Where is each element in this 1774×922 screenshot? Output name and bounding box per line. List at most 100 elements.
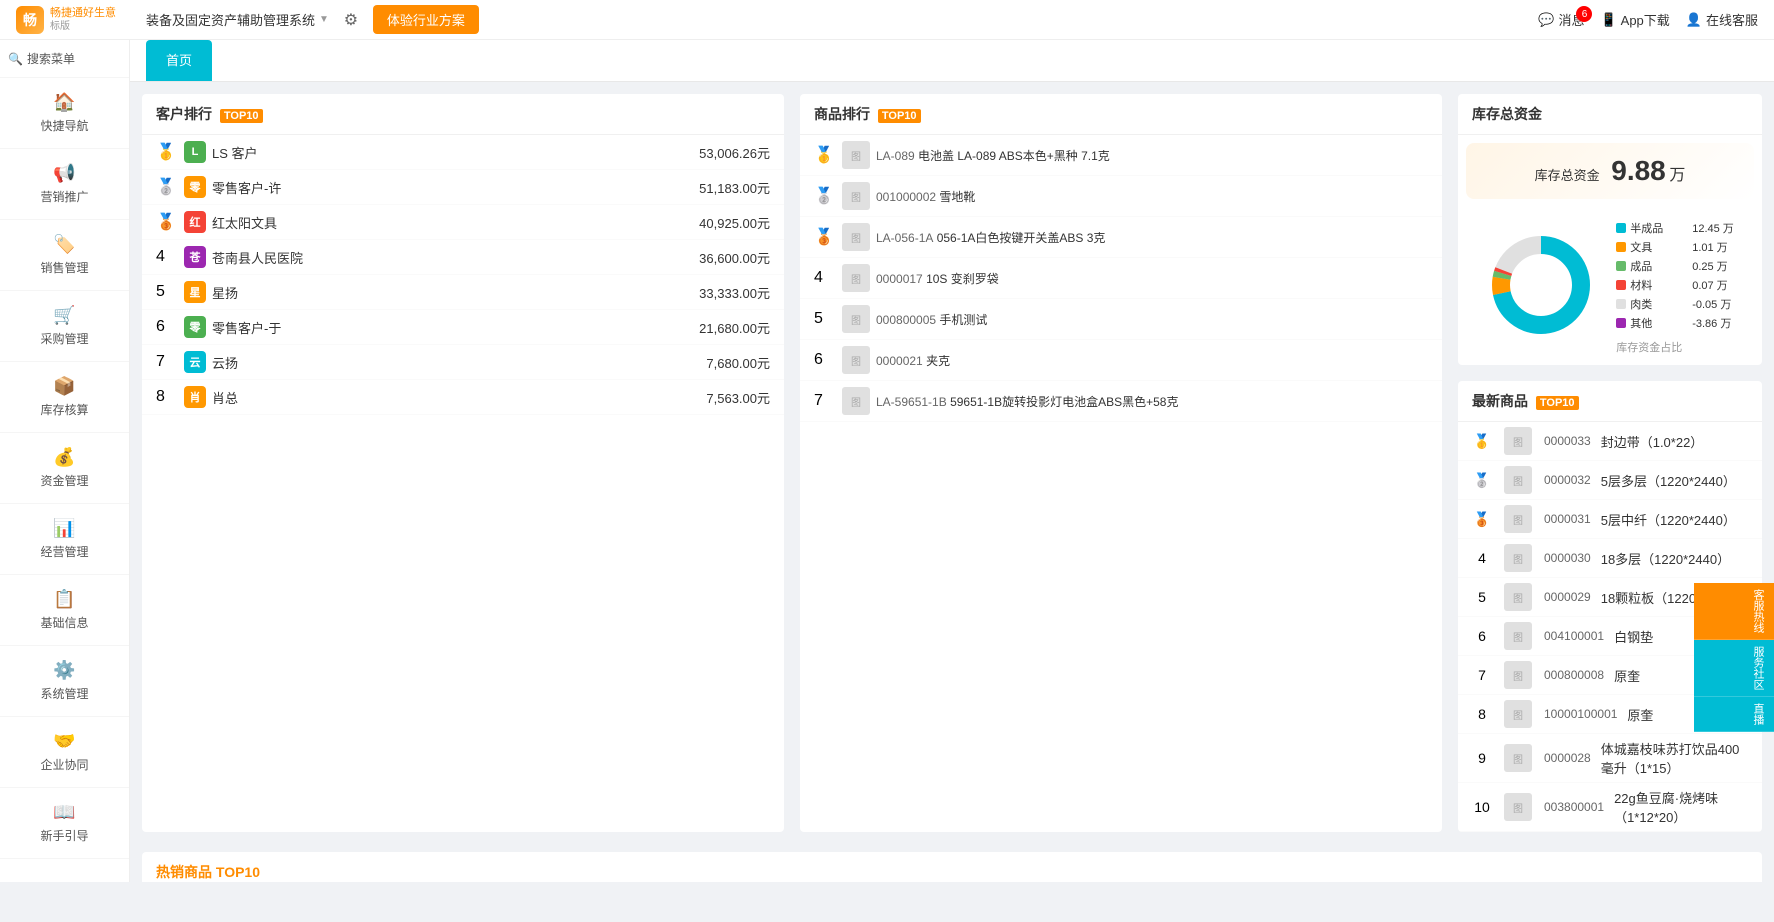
search-menu[interactable]: 🔍 搜索菜单 bbox=[0, 40, 129, 78]
rank-icon: 5 bbox=[814, 310, 836, 328]
rank-name: 零售客户-于 bbox=[212, 318, 699, 337]
legend-label: 其他 bbox=[1630, 315, 1680, 331]
rank-icon: 8 bbox=[1472, 706, 1492, 722]
new-product-row: 🥉 图 0000031 5层中纤（1220*2440） bbox=[1458, 500, 1762, 539]
new-product-name: 体城嘉枝味苏打饮品400毫升（1*15） bbox=[1601, 739, 1748, 777]
new-product-thumb: 图 bbox=[1504, 544, 1532, 572]
product-info: 001000002 雪地靴 bbox=[876, 188, 1428, 205]
system-selector[interactable]: 装备及固定资产辅助管理系统 ▼ bbox=[146, 10, 329, 29]
topbar-center: 装备及固定资产辅助管理系统 ▼ ⚙ 体验行业方案 bbox=[146, 5, 1538, 34]
hot-products-header: 热销商品 TOP10 bbox=[142, 852, 1762, 882]
legend-dot bbox=[1616, 299, 1626, 309]
new-product-code: 0000032 bbox=[1544, 473, 1591, 487]
customer-rank-row: 4 苍 苍南县人民医院 36,600.00元 bbox=[142, 240, 784, 275]
tab-home[interactable]: 首页 bbox=[146, 40, 212, 81]
sidebar-item-system[interactable]: ⚙️ 系统管理 bbox=[0, 646, 129, 717]
new-product-code: 0000030 bbox=[1544, 551, 1591, 565]
new-product-code: 003800001 bbox=[1544, 800, 1604, 814]
donut-svg bbox=[1486, 230, 1596, 340]
topbar-right: 💬 消息 6 📱 App下载 👤 在线客服 bbox=[1538, 10, 1758, 29]
rank-badge: 零 bbox=[184, 316, 206, 338]
customer-rank-row: 🥈 零 零售客户-许 51,183.00元 bbox=[142, 170, 784, 205]
legend-item: 肉类 -0.05 万 bbox=[1616, 296, 1734, 312]
inventory-unit: 万 bbox=[1669, 167, 1685, 184]
new-product-code: 10000100001 bbox=[1544, 707, 1617, 721]
sidebar-item-base[interactable]: 📋 基础信息 bbox=[0, 575, 129, 646]
product-rank-row: 6 图 0000021 夹克 bbox=[800, 340, 1442, 381]
product-rank-row: 🥉 图 LA-056-1A 056-1A白色按键开关盖ABS 3克 bbox=[800, 217, 1442, 258]
brand-logo: 畅 bbox=[16, 6, 44, 34]
legend-items: 半成品 12.45 万 文具 1.01 万 成品 0.25 万 材料 0.07 … bbox=[1616, 220, 1734, 331]
sidebar-item-purchase[interactable]: 🛒 采购管理 bbox=[0, 291, 129, 362]
legend-value: 0.25 万 bbox=[1692, 258, 1727, 274]
purchase-icon: 🛒 bbox=[53, 305, 75, 326]
app-icon: 📱 bbox=[1600, 12, 1616, 28]
rank-icon: 7 bbox=[814, 392, 836, 410]
sidebar-item-inventory[interactable]: 📦 库存核算 bbox=[0, 362, 129, 433]
sidebar-item-guide[interactable]: 📖 新手引导 bbox=[0, 788, 129, 859]
sidebar-item-operations[interactable]: 📊 经营管理 bbox=[0, 504, 129, 575]
rank-icon: 🥉 bbox=[156, 212, 178, 232]
legend-dot bbox=[1616, 318, 1626, 328]
new-products-header: 最新商品 TOP10 bbox=[1458, 381, 1762, 422]
product-info: 0000017 10S 变刹罗袋 bbox=[876, 270, 1428, 287]
direct-button[interactable]: 直播 bbox=[1694, 697, 1774, 732]
layout: 🔍 搜索菜单 🏠 快捷导航 📢 营销推广 🏷️ 销售管理 🛒 采购管理 📦 库存… bbox=[0, 40, 1774, 882]
legend-label: 文具 bbox=[1630, 239, 1680, 255]
product-info: 0000021 夹克 bbox=[876, 352, 1428, 369]
new-product-thumb: 图 bbox=[1504, 793, 1532, 821]
product-thumb: 图 bbox=[842, 182, 870, 210]
customer-rank-row: 7 云 云扬 7,680.00元 bbox=[142, 345, 784, 380]
bottom-row: 热销商品 TOP10 🥇 图 0000001 中华神器 🥈 图 00050000… bbox=[130, 852, 1774, 882]
inventory-ratio-label: 库存资金占比 bbox=[1616, 339, 1734, 355]
sidebar-item-quick-nav[interactable]: 🏠 快捷导航 bbox=[0, 78, 129, 149]
app-download-button[interactable]: 📱 App下载 bbox=[1600, 10, 1669, 29]
online-service-button[interactable]: 👤 在线客服 bbox=[1686, 10, 1758, 29]
float-buttons: 客服热线 服务社区 直播 bbox=[1694, 583, 1774, 732]
product-thumb: 图 bbox=[842, 346, 870, 374]
donut-container: 半成品 12.45 万 文具 1.01 万 成品 0.25 万 材料 0.07 … bbox=[1458, 207, 1762, 365]
hot-products-section: 热销商品 TOP10 🥇 图 0000001 中华神器 🥈 图 00050000… bbox=[142, 852, 1762, 882]
legend-label: 半成品 bbox=[1630, 220, 1680, 236]
gear-icon[interactable]: ⚙ bbox=[337, 6, 365, 34]
content-grid: 客户排行 TOP10 🥇 L LS 客户 53,006.26元 🥈 零 零售客户… bbox=[130, 82, 1774, 844]
rank-badge: 星 bbox=[184, 281, 206, 303]
rank-icon: 10 bbox=[1472, 799, 1492, 815]
rank-amount: 36,600.00元 bbox=[699, 248, 770, 267]
new-product-code: 0000028 bbox=[1544, 751, 1591, 765]
product-ranking-section: 商品排行 TOP10 🥇 图 LA-089 电池盖 LA-089 ABS本色+黑… bbox=[800, 94, 1442, 832]
rank-name: 云扬 bbox=[212, 353, 706, 372]
rank-name: 红太阳文具 bbox=[212, 213, 699, 232]
rank-name: 肖总 bbox=[212, 388, 706, 407]
chevron-down-icon: ▼ bbox=[319, 14, 329, 25]
new-product-code: 0000031 bbox=[1544, 512, 1591, 526]
rank-icon: 🥉 bbox=[814, 227, 836, 247]
sidebar-item-marketing[interactable]: 📢 营销推广 bbox=[0, 149, 129, 220]
rank-badge: 云 bbox=[184, 351, 206, 373]
new-product-name: 5层中纤（1220*2440） bbox=[1601, 510, 1748, 529]
new-product-row: 🥈 图 0000032 5层多层（1220*2440） bbox=[1458, 461, 1762, 500]
legend-dot bbox=[1616, 261, 1626, 271]
message-button[interactable]: 💬 消息 6 bbox=[1538, 10, 1584, 29]
message-icon: 💬 bbox=[1538, 12, 1554, 28]
inventory-header: 库存总资金 bbox=[1458, 94, 1762, 135]
legend-label: 肉类 bbox=[1630, 296, 1680, 312]
new-product-code: 000800008 bbox=[1544, 668, 1604, 682]
customer-service-button[interactable]: 客服热线 bbox=[1694, 583, 1774, 640]
sidebar-item-finance[interactable]: 💰 资金管理 bbox=[0, 433, 129, 504]
sidebar: 🔍 搜索菜单 🏠 快捷导航 📢 营销推广 🏷️ 销售管理 🛒 采购管理 📦 库存… bbox=[0, 40, 130, 882]
customer-rank-row: 6 零 零售客户-于 21,680.00元 bbox=[142, 310, 784, 345]
product-rank-list: 🥇 图 LA-089 电池盖 LA-089 ABS本色+黑种 7.1克 🥈 图 … bbox=[800, 135, 1442, 422]
customer-rank-list: 🥇 L LS 客户 53,006.26元 🥈 零 零售客户-许 51,183.0… bbox=[142, 135, 784, 415]
sidebar-item-enterprise[interactable]: 🤝 企业协同 bbox=[0, 717, 129, 788]
service-community-button[interactable]: 服务社区 bbox=[1694, 640, 1774, 697]
trial-button[interactable]: 体验行业方案 bbox=[373, 5, 479, 34]
rank-amount: 7,563.00元 bbox=[706, 388, 770, 407]
legend-dot bbox=[1616, 242, 1626, 252]
rank-badge: 苍 bbox=[184, 246, 206, 268]
legend-dot bbox=[1616, 223, 1626, 233]
rank-name: LS 客户 bbox=[212, 143, 699, 162]
sidebar-item-sales[interactable]: 🏷️ 销售管理 bbox=[0, 220, 129, 291]
new-product-thumb: 图 bbox=[1504, 622, 1532, 650]
enterprise-icon: 🤝 bbox=[53, 731, 75, 752]
